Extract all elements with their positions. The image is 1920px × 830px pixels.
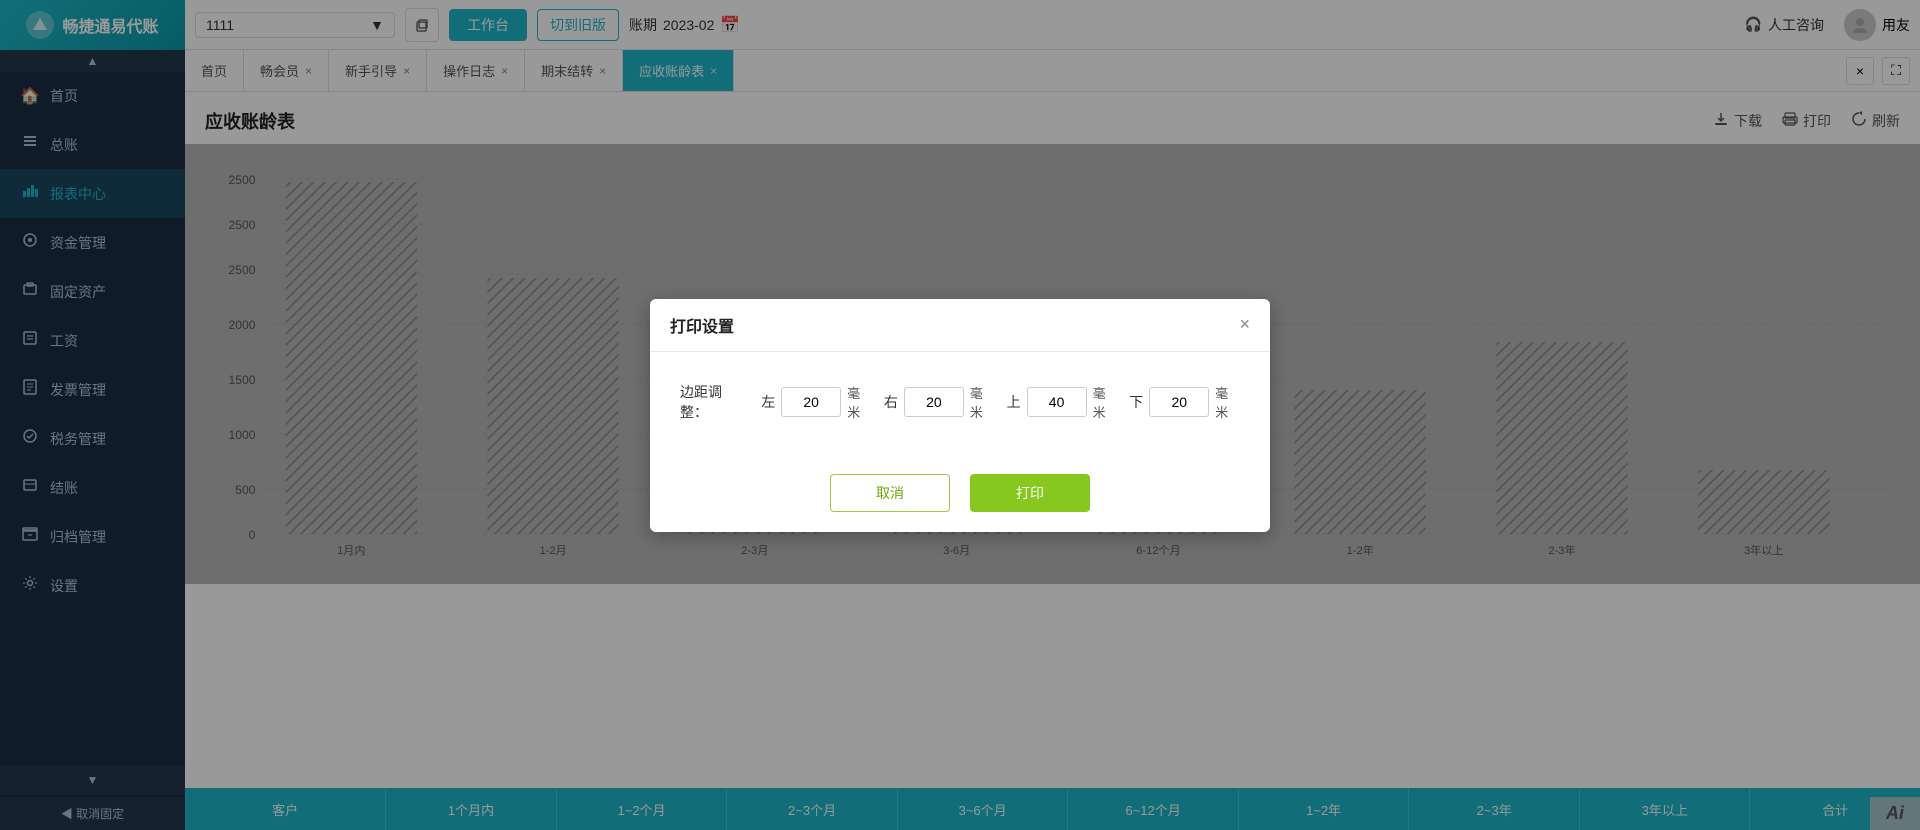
modal-close-button[interactable]: × (1239, 314, 1250, 335)
bottom-direction-label: 下 (1129, 392, 1143, 412)
margin-left-group: 左 毫米 (761, 383, 872, 421)
margin-row: 边距调整： 左 毫米 右 毫米 上 毫米 下 (680, 382, 1240, 422)
confirm-print-button[interactable]: 打印 (970, 474, 1090, 512)
right-direction-label: 右 (884, 392, 898, 412)
margin-top-input[interactable] (1027, 387, 1087, 417)
margin-label: 边距调整： (680, 382, 749, 422)
modal-title: 打印设置 (670, 313, 734, 337)
bottom-unit-label: 毫米 (1215, 383, 1240, 421)
left-unit-label: 毫米 (847, 383, 872, 421)
right-unit-label: 毫米 (970, 383, 995, 421)
cancel-button[interactable]: 取消 (830, 474, 950, 512)
modal-overlay: 打印设置 × 边距调整： 左 毫米 右 毫米 上 毫米 (0, 0, 1920, 830)
left-direction-label: 左 (761, 392, 775, 412)
margin-left-input[interactable] (781, 387, 841, 417)
margin-bottom-input[interactable] (1149, 387, 1209, 417)
margin-right-group: 右 毫米 (884, 383, 995, 421)
margin-top-group: 上 毫米 (1007, 383, 1118, 421)
top-unit-label: 毫米 (1093, 383, 1118, 421)
margin-bottom-group: 下 毫米 (1129, 383, 1240, 421)
modal-footer: 取消 打印 (650, 458, 1270, 532)
modal-body: 边距调整： 左 毫米 右 毫米 上 毫米 下 (650, 352, 1270, 458)
top-direction-label: 上 (1007, 392, 1021, 412)
modal-header: 打印设置 × (650, 299, 1270, 352)
margin-right-input[interactable] (904, 387, 964, 417)
print-settings-modal: 打印设置 × 边距调整： 左 毫米 右 毫米 上 毫米 (650, 299, 1270, 532)
